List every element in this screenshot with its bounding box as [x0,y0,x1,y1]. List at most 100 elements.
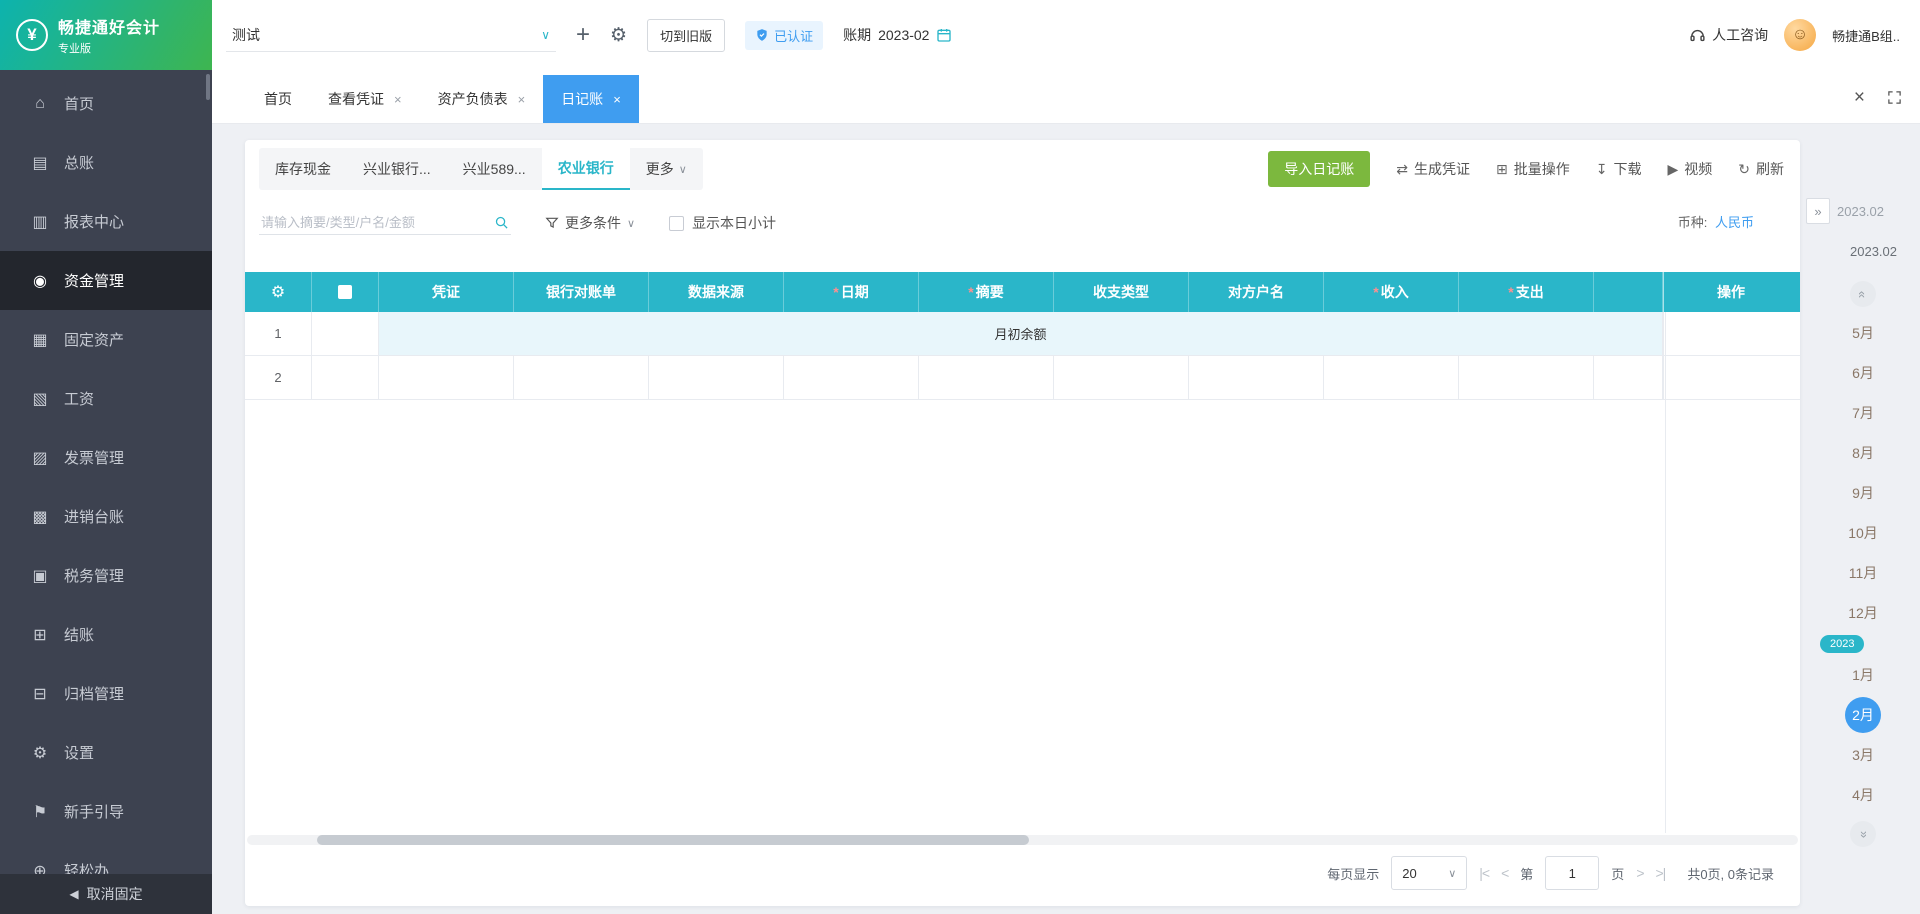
month-5[interactable]: 5月 [1852,313,1874,353]
scroll-up-button[interactable]: « [1850,281,1876,307]
close-icon[interactable]: × [394,92,402,107]
period-value: 2023-02 [878,27,930,43]
currency-value[interactable]: 人民币 [1715,215,1754,230]
month-6[interactable]: 6月 [1852,353,1874,393]
month-1[interactable]: 1月 [1852,655,1874,695]
row-checkbox-cell[interactable] [312,312,379,355]
column-label: 日期 [840,284,869,300]
horizontal-scrollbar-thumb[interactable] [317,835,1029,845]
close-tab-icon[interactable]: × [1854,88,1865,107]
sidebar-item-beginner-guide[interactable]: ⚑ 新手引导 [0,782,212,841]
cell-date[interactable] [784,356,919,399]
username[interactable]: 畅捷通B组.. [1832,26,1900,45]
month-12[interactable]: 12月 [1848,593,1878,633]
sidebar-item-settings[interactable]: ⚙ 设置 [0,723,212,782]
more-filters-button[interactable]: 更多条件 ∨ [545,213,635,233]
subtab-xingye-589[interactable]: 兴业589... [447,148,542,190]
month-8[interactable]: 8月 [1852,433,1874,473]
close-icon[interactable]: × [613,92,621,107]
video-button[interactable]: ▶ 视频 [1667,159,1712,179]
month-9[interactable]: 9月 [1852,473,1874,513]
month-7[interactable]: 7月 [1852,393,1874,433]
month-3[interactable]: 3月 [1852,735,1874,775]
toolbar-label: 视频 [1684,161,1713,177]
first-page-icon[interactable]: |< [1479,865,1490,881]
avatar[interactable]: ☺ [1784,19,1817,51]
sidebar-item-invoice-management[interactable]: ▨ 发票管理 [0,428,212,487]
show-daily-subtotal[interactable]: 显示本日小计 [669,213,776,233]
generate-voucher-button[interactable]: ⇄ 生成凭证 [1396,159,1470,179]
tab-journal[interactable]: 日记账 × [543,75,639,123]
month-10[interactable]: 10月 [1848,513,1878,553]
accounting-period[interactable]: 账期 2023-02 [843,25,952,45]
unpin-sidebar-button[interactable]: ◀ 取消固定 [0,874,212,914]
add-icon[interactable]: + [576,23,590,47]
sidebar-item-general-ledger[interactable]: ▤ 总账 [0,133,212,192]
table-row-2[interactable]: 2 [245,356,1800,400]
column-header-filler [1594,272,1663,312]
next-page-icon[interactable]: > [1636,865,1644,881]
checkbox-icon[interactable] [669,215,685,231]
scroll-down-button[interactable]: « [1850,821,1876,847]
search-box [259,211,511,235]
subtab-more[interactable]: 更多 ∨ [630,148,703,190]
app-title: 畅捷通好会计 [58,20,161,37]
switch-old-version-button[interactable]: 切到旧版 [647,18,726,52]
refresh-button[interactable]: ↻ 刷新 [1738,159,1784,179]
cell-voucher[interactable] [379,356,514,399]
close-icon[interactable]: × [518,92,526,107]
support-link[interactable]: 人工咨询 [1689,25,1768,45]
tab-view-voucher[interactable]: 查看凭证 × [310,75,420,123]
select-all-checkbox[interactable] [312,272,379,312]
tab-balance-sheet[interactable]: 资产负债表 × [420,75,544,123]
subtab-cash[interactable]: 库存现金 [259,148,347,190]
month-4[interactable]: 4月 [1852,775,1874,815]
tab-bar: 首页 查看凭证 × 资产负债表 × 日记账 × × [212,70,1920,124]
month-11[interactable]: 11月 [1849,553,1878,593]
certified-badge[interactable]: 已认证 [745,20,824,50]
current-period: 2023.02 [1850,244,1897,259]
sidebar-scrollbar[interactable] [206,74,210,100]
collapse-panel-button[interactable]: » [1806,198,1830,224]
subtab-xingye-bank[interactable]: 兴业银行... [347,148,447,190]
cell-data-source[interactable] [649,356,784,399]
fullscreen-icon[interactable] [1887,90,1902,105]
subtab-agricultural-bank[interactable]: 农业银行 [541,148,630,190]
headset-icon [1689,27,1706,44]
cell-income-expense-type[interactable] [1054,356,1189,399]
sidebar-item-purchase-sales-ledger[interactable]: ▩ 进销台账 [0,487,212,546]
sidebar-item-salary[interactable]: ▧ 工资 [0,369,212,428]
page-size-value: 20 [1402,865,1417,881]
cell-bank-statement[interactable] [514,356,649,399]
double-chevron-up-icon: « [1855,290,1871,298]
batch-actions-button[interactable]: ⊞ 批量操作 [1496,159,1570,179]
prev-page-icon[interactable]: < [1501,865,1509,881]
cell-summary[interactable] [919,356,1054,399]
search-input[interactable] [261,215,473,230]
sidebar-item-archive-management[interactable]: ⊟ 归档管理 [0,664,212,723]
page-number-input[interactable] [1545,856,1600,890]
cell-income[interactable] [1324,356,1459,399]
unpin-label: 取消固定 [86,886,143,902]
table-row-1[interactable]: 1 月初余额 [245,312,1800,356]
page-size-select[interactable]: 20 ∨ [1391,856,1468,890]
row-checkbox-cell[interactable] [312,356,379,399]
month-2[interactable]: 2月 [1845,697,1881,733]
gear-icon[interactable]: ⚙ [610,26,627,45]
download-button[interactable]: ↧ 下载 [1596,159,1642,179]
sidebar-item-funds-management[interactable]: ◉ 资金管理 [0,251,212,310]
sidebar-item-closing[interactable]: ⊞ 结账 [0,605,212,664]
cell-filler[interactable] [1594,356,1663,399]
cell-expense[interactable] [1459,356,1594,399]
sidebar-item-report-center[interactable]: ▥ 报表中心 [0,192,212,251]
import-journal-button[interactable]: 导入日记账 [1268,151,1371,187]
sidebar-item-fixed-assets[interactable]: ▦ 固定资产 [0,310,212,369]
sidebar-item-tax-management[interactable]: ▣ 税务管理 [0,546,212,605]
sidebar-item-home[interactable]: ⌂ 首页 [0,74,212,133]
tab-home[interactable]: 首页 [246,75,310,123]
last-page-icon[interactable]: >| [1656,865,1667,881]
search-icon[interactable] [494,215,509,230]
cell-counterparty-name[interactable] [1189,356,1324,399]
table-settings-button[interactable]: ⚙ [245,272,312,312]
workspace-select[interactable]: 测试 ∨ [226,19,556,52]
